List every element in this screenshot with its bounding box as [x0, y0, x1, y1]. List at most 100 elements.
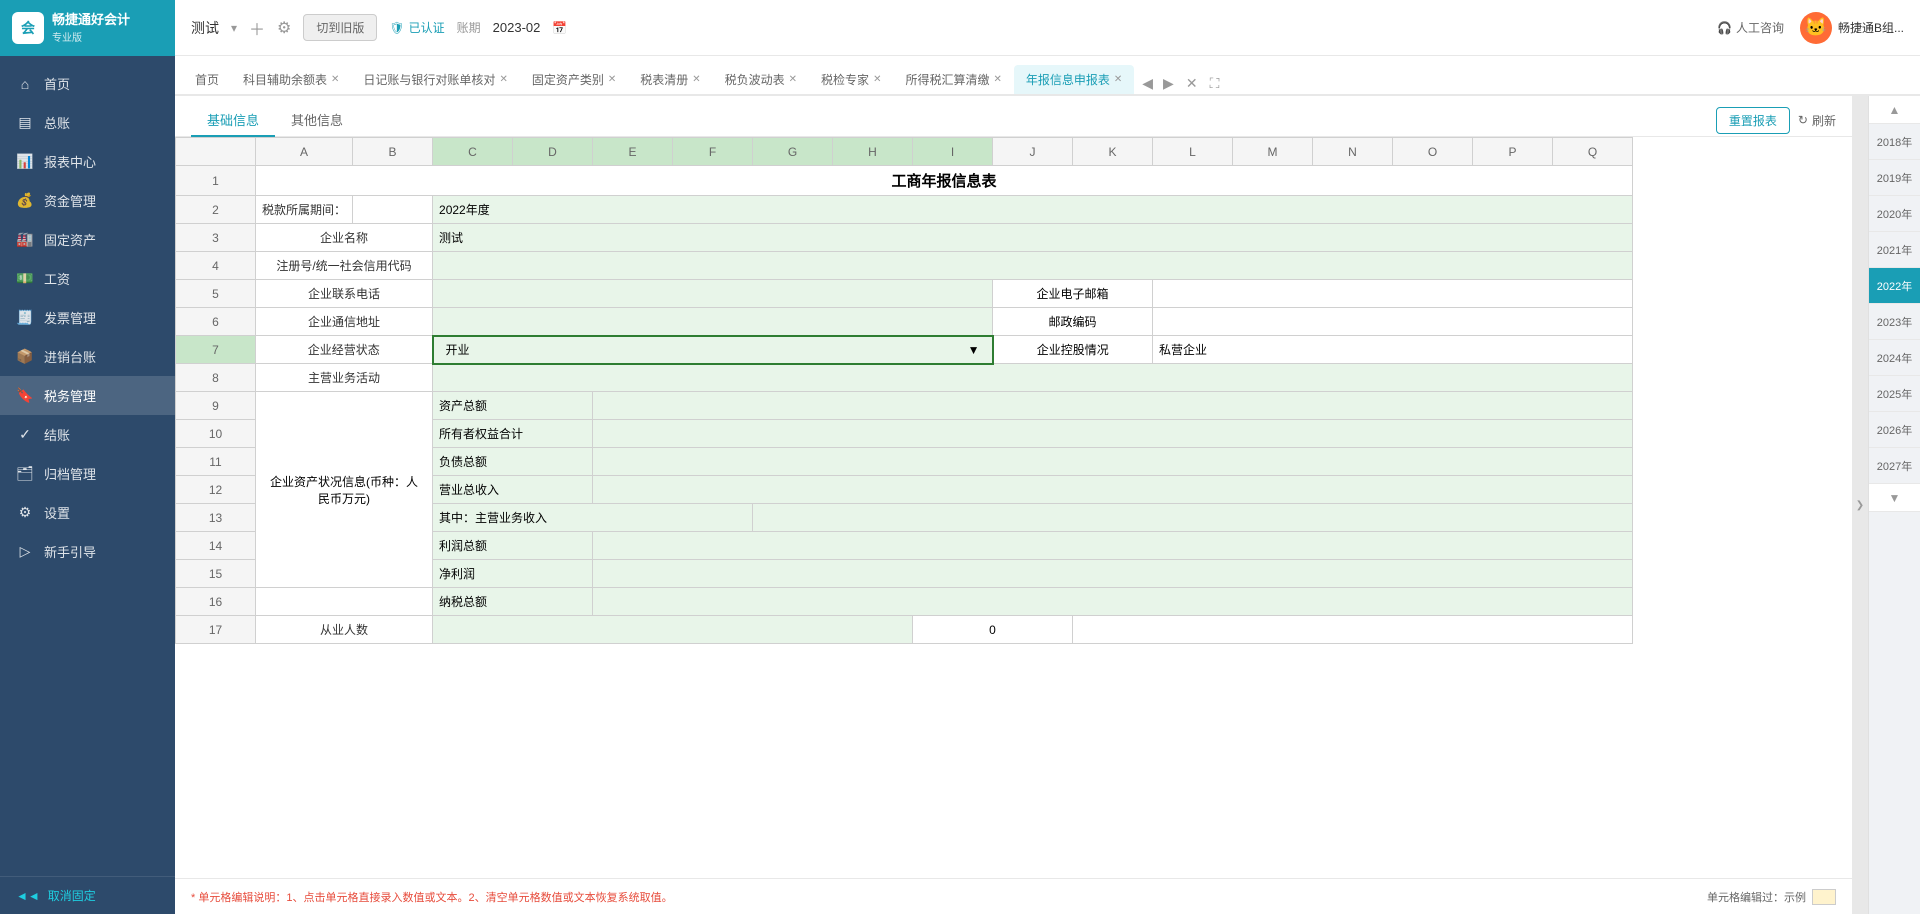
cell-a3[interactable]: 企业名称: [256, 224, 433, 252]
cell-j7[interactable]: 企业控股情况: [993, 336, 1153, 364]
cell-c4[interactable]: [433, 252, 1633, 280]
tab-close-icon[interactable]: ✕: [499, 74, 507, 85]
cell-a17[interactable]: 从业人数: [256, 616, 433, 644]
sidebar-item-tax[interactable]: 🔖 税务管理: [0, 376, 175, 415]
col-header-n[interactable]: N: [1313, 138, 1393, 166]
tab-fixed-assets[interactable]: 固定资产类别 ✕: [520, 65, 628, 96]
cell-c8[interactable]: [433, 364, 1633, 392]
sidebar-pin-button[interactable]: ◄◄ 取消固定: [0, 876, 175, 914]
sidebar-item-close[interactable]: ✓ 结账: [0, 415, 175, 454]
sidebar-item-home[interactable]: ⌂ 首页: [0, 64, 175, 103]
topbar-settings-icon[interactable]: ⚙: [277, 18, 291, 38]
tab-next-icon[interactable]: ▶: [1159, 73, 1178, 94]
cell-a9[interactable]: 企业资产状况信息(币种：人民币万元): [256, 392, 433, 588]
cell-c10[interactable]: 所有者权益合计: [433, 420, 593, 448]
tab-close-icon[interactable]: ✕: [873, 74, 881, 85]
cell-l6[interactable]: [1153, 308, 1633, 336]
cell-j6[interactable]: 邮政编码: [993, 308, 1153, 336]
tab-close-icon[interactable]: ✕: [993, 74, 1001, 85]
tab-close-icon[interactable]: ✕: [331, 74, 339, 85]
tab-journal[interactable]: 日记账与银行对账单核对 ✕: [351, 65, 519, 96]
cell-a7[interactable]: 企业经营状态: [256, 336, 433, 364]
company-dropdown-icon[interactable]: ▾: [231, 21, 237, 35]
spreadsheet-wrapper[interactable]: A B C D E F G H I J K L M: [175, 137, 1852, 878]
cell-a16[interactable]: [256, 588, 433, 616]
col-header-q[interactable]: Q: [1553, 138, 1633, 166]
tab-annual-report[interactable]: 年报信息申报表 ✕: [1014, 65, 1134, 96]
sidebar-item-inventory[interactable]: 📦 进销台账: [0, 337, 175, 376]
year-item-2022[interactable]: 2022年: [1869, 268, 1920, 304]
cell-c17[interactable]: [433, 616, 913, 644]
year-item-2026[interactable]: 2026年: [1869, 412, 1920, 448]
cell-e16[interactable]: [593, 588, 1633, 616]
cell-a8[interactable]: 主营业务活动: [256, 364, 433, 392]
year-item-2019[interactable]: 2019年: [1869, 160, 1920, 196]
tab-income-tax[interactable]: 所得税汇算清缴 ✕: [893, 65, 1013, 96]
tab-close-icon[interactable]: ✕: [789, 74, 797, 85]
sidebar-item-invoice[interactable]: 🧾 发票管理: [0, 298, 175, 337]
tab-close-icon[interactable]: ✕: [608, 74, 616, 85]
cell-a6[interactable]: 企业通信地址: [256, 308, 433, 336]
col-header-j[interactable]: J: [993, 138, 1073, 166]
cell-c12[interactable]: 营业总收入: [433, 476, 593, 504]
col-header-m[interactable]: M: [1233, 138, 1313, 166]
inner-tab-basic[interactable]: 基础信息: [191, 104, 275, 137]
col-header-e[interactable]: E: [593, 138, 673, 166]
cell-c3[interactable]: 测试: [433, 224, 1633, 252]
sidebar-item-funds[interactable]: 💰 资金管理: [0, 181, 175, 220]
tab-tax-expert[interactable]: 税检专家 ✕: [809, 65, 893, 96]
cell-e15[interactable]: [593, 560, 1633, 588]
col-header-k[interactable]: K: [1073, 138, 1153, 166]
year-up-button[interactable]: ▲: [1869, 96, 1920, 124]
col-header-p[interactable]: P: [1473, 138, 1553, 166]
tab-close-icon[interactable]: ✕: [692, 74, 700, 85]
col-header-h[interactable]: H: [833, 138, 913, 166]
col-header-f[interactable]: F: [673, 138, 753, 166]
sidebar-collapse[interactable]: ❯: [1852, 96, 1868, 914]
reset-report-button[interactable]: 重置报表: [1716, 107, 1790, 134]
sidebar-item-archive[interactable]: 🗂 归档管理: [0, 454, 175, 493]
col-header-i[interactable]: I: [913, 138, 993, 166]
tab-home[interactable]: 首页: [183, 65, 231, 96]
cell-j5[interactable]: 企业电子邮箱: [993, 280, 1153, 308]
sidebar-item-ledger[interactable]: ▤ 总账: [0, 103, 175, 142]
year-item-2025[interactable]: 2025年: [1869, 376, 1920, 412]
calendar-icon[interactable]: 📅: [552, 21, 567, 35]
year-item-2024[interactable]: 2024年: [1869, 340, 1920, 376]
col-header-c[interactable]: C: [433, 138, 513, 166]
sidebar-item-salary[interactable]: 💵 工资: [0, 259, 175, 298]
cell-e14[interactable]: [593, 532, 1633, 560]
cell-a2[interactable]: 税款所属期间：: [256, 196, 353, 224]
tab-prev-icon[interactable]: ◀: [1138, 73, 1157, 94]
title-cell[interactable]: 工商年报信息表: [256, 166, 1633, 196]
tab-close-icon[interactable]: ✕: [1114, 74, 1122, 85]
cell-a5[interactable]: 企业联系电话: [256, 280, 433, 308]
dropdown-cell[interactable]: 开业 ▼: [440, 341, 986, 359]
cell-c2[interactable]: 2022年度: [433, 196, 1633, 224]
cell-i17[interactable]: 0: [913, 616, 1073, 644]
year-item-2020[interactable]: 2020年: [1869, 196, 1920, 232]
switch-old-version-button[interactable]: 切到旧版: [303, 14, 377, 41]
refresh-button[interactable]: ↻ 刷新: [1798, 112, 1836, 129]
cell-c14[interactable]: 利润总额: [433, 532, 593, 560]
year-item-2027[interactable]: 2027年: [1869, 448, 1920, 484]
add-company-icon[interactable]: ＋: [249, 16, 265, 40]
sidebar-item-reports[interactable]: 📊 报表中心: [0, 142, 175, 181]
close-all-tabs-icon[interactable]: ✕: [1180, 73, 1204, 94]
inner-tab-other[interactable]: 其他信息: [275, 104, 359, 137]
service-button[interactable]: 🎧 人工咨询: [1717, 19, 1784, 36]
cell-c11[interactable]: 负债总额: [433, 448, 593, 476]
cell-e9[interactable]: [593, 392, 1633, 420]
cell-c6[interactable]: [433, 308, 993, 336]
col-header-g[interactable]: G: [753, 138, 833, 166]
cell-c13[interactable]: 其中：主营业务收入: [433, 504, 753, 532]
col-header-b[interactable]: B: [353, 138, 433, 166]
cell-c7[interactable]: 开业 ▼: [433, 336, 993, 364]
cell-e10[interactable]: [593, 420, 1633, 448]
dropdown-arrow-icon[interactable]: ▼: [968, 343, 980, 357]
year-item-2023[interactable]: 2023年: [1869, 304, 1920, 340]
cell-g13[interactable]: [753, 504, 1633, 532]
cell-c5[interactable]: [433, 280, 993, 308]
cell-e11[interactable]: [593, 448, 1633, 476]
cell-l5[interactable]: [1153, 280, 1633, 308]
